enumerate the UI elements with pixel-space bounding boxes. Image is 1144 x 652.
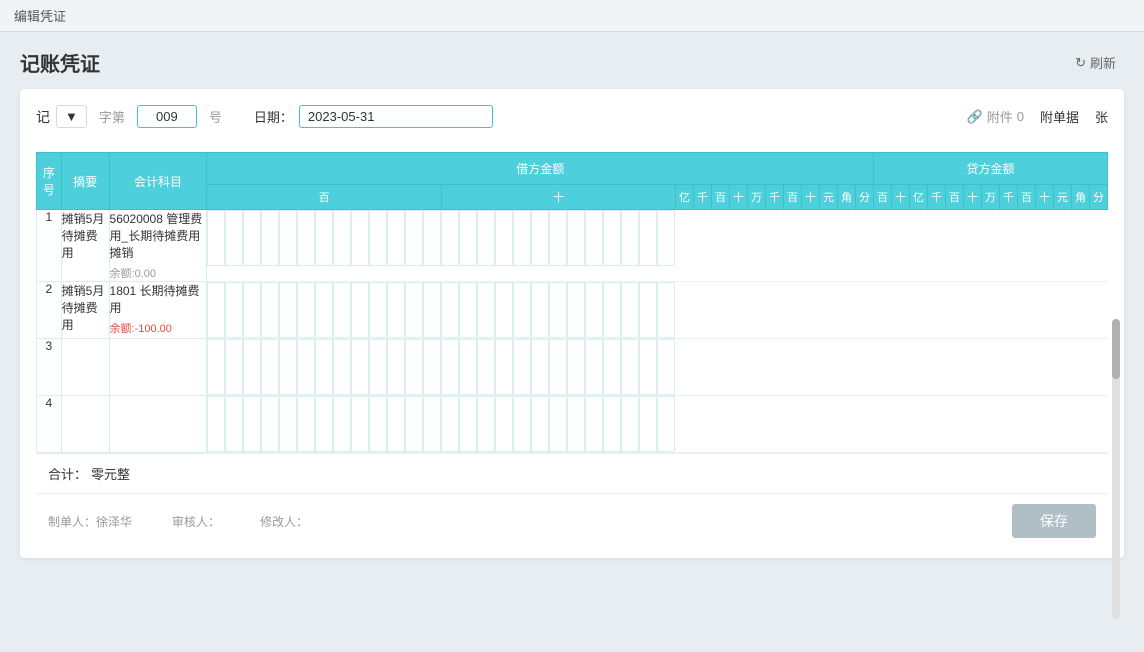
debit-bai1: 百 [711,185,729,210]
debit-bai2: 百 [207,185,442,210]
main-container: 记账凭证 ↻ 刷新 记 ▼ 字第 号 日期： 🔗 [0,32,1144,652]
debit-shi2: 十 [441,185,675,210]
scrollbar-track[interactable] [1112,319,1120,619]
col-credit-header: 贷方金额 [873,153,1107,185]
right-actions: 🔗 附件 0 附单据 张 [967,107,1108,126]
credit-amount-cell[interactable] [441,210,675,282]
attach-count: 0 [1017,109,1024,124]
debit-bai0: 百 [783,185,801,210]
table-row: 2 摊销5月待摊费用 1801 长期待摊费用 余额:-100.00 [37,282,1108,339]
debit-amount-cell-2[interactable] [207,282,442,339]
seq-cell: 2 [37,282,62,339]
zi-di-label: 字第 [99,107,125,126]
col-debit-header: 借方金额 [207,153,874,185]
credit-yi: 亿 [909,185,927,210]
account-cell[interactable]: 1801 长期待摊费用 余额:-100.00 [109,282,207,339]
refresh-button[interactable]: ↻ 刷新 [1067,49,1124,76]
maker-label: 制单人：徐泽华 [48,513,132,530]
credit-shi2: 十 [891,185,909,210]
refresh-label: 刷新 [1090,53,1116,72]
date-input[interactable] [299,105,493,128]
col-account: 会计科目 [109,153,207,210]
voucher-type-dropdown[interactable]: ▼ [56,105,87,128]
credit-shi1: 十 [963,185,981,210]
credit-wan: 万 [981,185,999,210]
debit-shi1: 十 [729,185,747,210]
voucher-card: 记 ▼ 字第 号 日期： 🔗 附件 0 附单据 [20,89,1124,558]
summary-cell-empty-4[interactable] [61,396,109,453]
credit-yuan: 元 [1053,185,1071,210]
ji-label: 记 [36,107,50,127]
debit-qian0: 千 [765,185,783,210]
voucher-type-group: 记 ▼ [36,105,87,128]
scrollbar-thumb[interactable] [1112,319,1120,379]
seq-cell: 1 [37,210,62,282]
debit-jiao: 角 [837,185,855,210]
page-title: 记账凭证 [20,48,100,77]
total-label: 合计： [48,464,87,483]
credit-amount-cell-2[interactable] [441,282,675,339]
credit-qian1: 千 [927,185,945,210]
page-header: 记账凭证 ↻ 刷新 [20,48,1124,77]
attach-group: 🔗 附件 0 [967,107,1024,126]
debit-amount-cell-4[interactable] [207,396,442,453]
date-group: 日期： [254,105,493,128]
credit-amount-cell-3[interactable] [441,339,675,396]
account-code: 56020008 管理费用_长期待摊费用摊销 [110,210,207,261]
footer-row: 制单人：徐泽华 审核人： 修改人： 保存 [36,493,1108,542]
debit-qian1: 千 [693,185,711,210]
total-row: 合计： 零元整 [36,453,1108,493]
debit-yi: 亿 [675,185,693,210]
summary-cell-empty[interactable] [61,339,109,396]
save-button[interactable]: 保存 [1012,504,1096,538]
account-code: 1801 长期待摊费用 [110,282,207,316]
date-label: 日期： [254,107,293,126]
debit-amount-cell-3[interactable] [207,339,442,396]
voucher-table: 序号 摘要 会计科目 借方金额 贷方金额 百 十 亿 千 百 十 万 千 百 十 [36,152,1108,453]
account-cell-empty-4[interactable] [109,396,207,453]
total-value: 零元整 [91,464,130,483]
summary-cell[interactable]: 摊销5月待摊费用 [61,282,109,339]
attach-label: 附件 [987,107,1013,126]
table-row: 3 [37,339,1108,396]
refresh-icon: ↻ [1075,55,1086,71]
fujian-button[interactable]: 附单据 [1040,107,1079,126]
debit-fen: 分 [855,185,873,210]
form-row: 记 ▼ 字第 号 日期： 🔗 附件 0 附单据 [36,105,1108,138]
credit-shi0: 十 [1035,185,1053,210]
debit-wan: 万 [747,185,765,210]
paperclip-icon: 🔗 [967,109,983,125]
table-row: 1 摊销5月待摊费用 56020008 管理费用_长期待摊费用摊销 余额:0.0… [37,210,1108,282]
account-balance-negative: 余额:-100.00 [110,320,207,336]
table-row: 4 [37,396,1108,453]
title-bar: 编辑凭证 [0,0,1144,32]
credit-amount-cell-4[interactable] [441,396,675,453]
credit-fen: 分 [1089,185,1107,210]
title-bar-label: 编辑凭证 [14,6,66,25]
credit-bai2: 百 [873,185,891,210]
debit-yuan: 元 [819,185,837,210]
auditor-label: 审核人： [172,513,220,530]
debit-amount-cell[interactable] [207,210,442,282]
credit-bai1: 百 [945,185,963,210]
zi-di-input[interactable] [137,105,197,128]
dropdown-arrow-icon: ▼ [65,109,78,124]
account-cell-empty[interactable] [109,339,207,396]
debit-shi0: 十 [801,185,819,210]
hao-label: 号 [209,107,222,126]
account-cell[interactable]: 56020008 管理费用_长期待摊费用摊销 余额:0.00 [109,210,207,282]
credit-jiao: 角 [1071,185,1089,210]
seq-cell: 4 [37,396,62,453]
zhang-label: 张 [1095,107,1108,126]
credit-bai0: 百 [1017,185,1035,210]
credit-qian0: 千 [999,185,1017,210]
modifier-label: 修改人： [260,513,308,530]
summary-cell[interactable]: 摊销5月待摊费用 [61,210,109,282]
account-balance: 余额:0.00 [110,265,207,281]
col-summary: 摘要 [61,153,109,210]
col-seq: 序号 [37,153,62,210]
seq-cell: 3 [37,339,62,396]
